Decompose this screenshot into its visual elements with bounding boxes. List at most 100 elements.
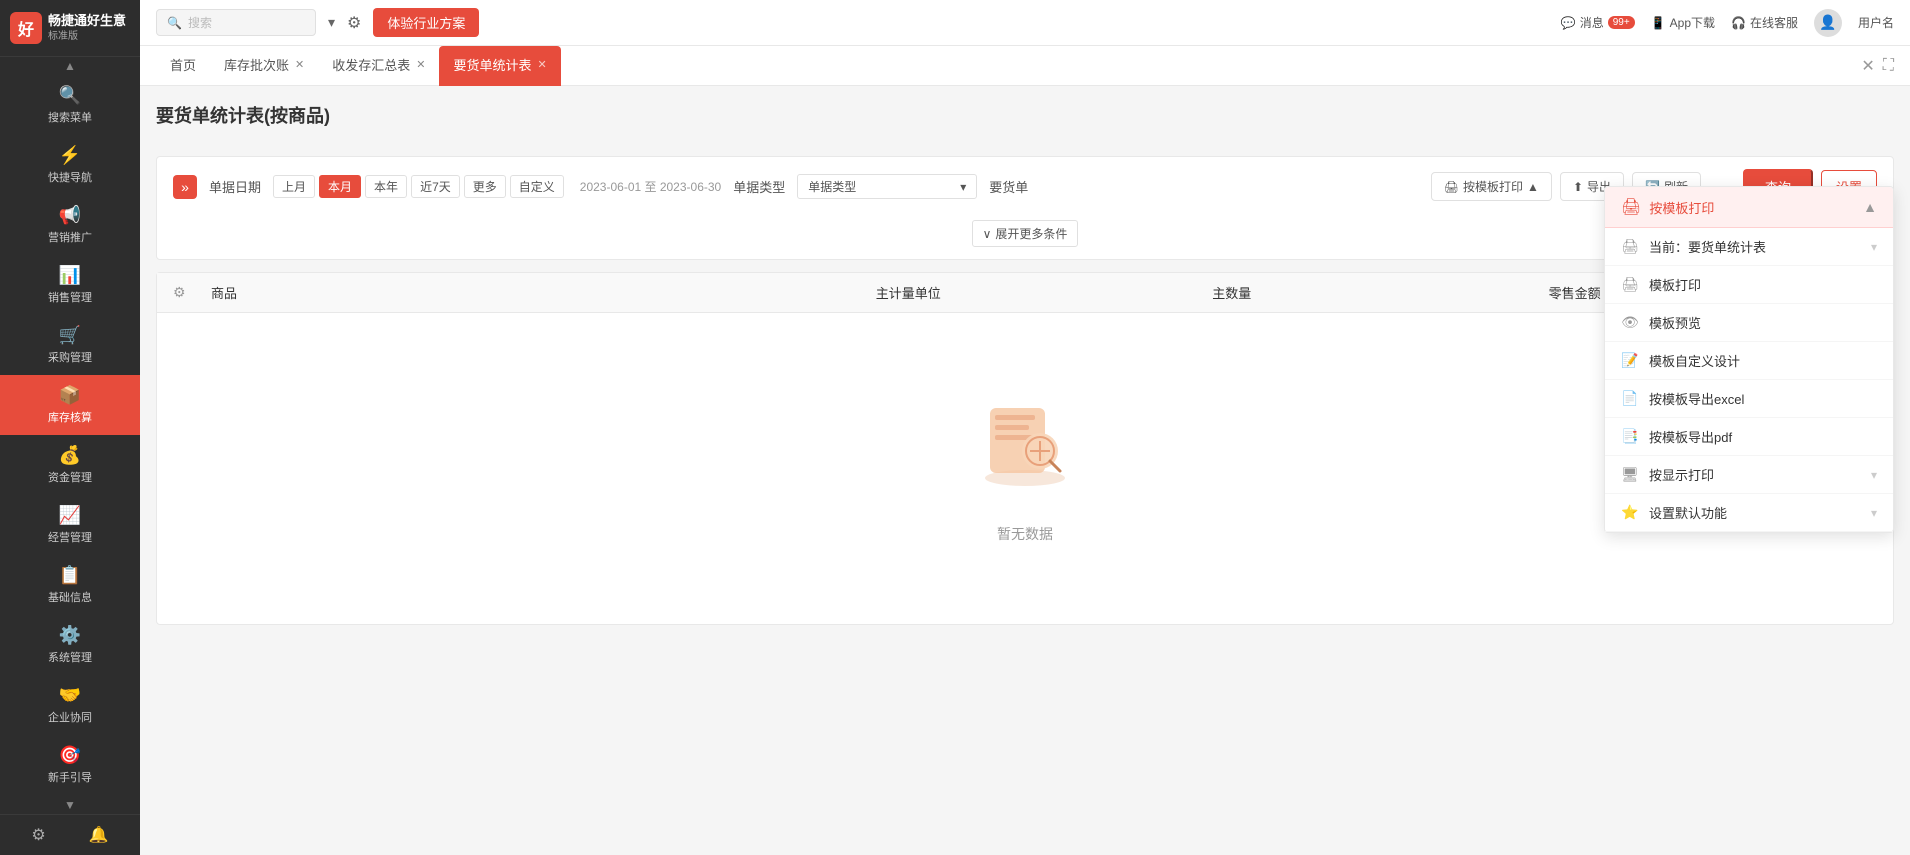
logo-icon: 好 <box>10 12 42 44</box>
print-dropdown-popup: 🖨 按模板打印 ▲ 🖨 当前：要货单统计表 ▾ 🖨 模板打印 👁 模板预览 <box>1604 186 1894 533</box>
popup-current-template[interactable]: 🖨 当前：要货单统计表 ▾ <box>1605 228 1893 266</box>
system-icon: ⚙️ <box>59 625 81 646</box>
tab-receivable-summary[interactable]: 收发存汇总表 ✕ <box>318 46 439 86</box>
popup-print-icon: 🖨 <box>1621 197 1641 217</box>
trial-button[interactable]: 体验行业方案 <box>373 8 479 37</box>
date-btn-this-year[interactable]: 本年 <box>365 175 407 198</box>
popup-section-display-print[interactable]: 🖥 按显示打印 ▾ <box>1605 456 1893 494</box>
date-btn-last7days[interactable]: 近7天 <box>411 175 460 198</box>
tab-home[interactable]: 首页 <box>156 46 210 86</box>
header-gear-icon[interactable]: ⚙ <box>347 13 361 33</box>
popup-section-default-left: ⭐ 设置默认功能 <box>1621 503 1727 522</box>
order-type-select[interactable]: 单据类型 ▾ <box>797 174 977 199</box>
sidebar-item-operations[interactable]: 📈 经营管理 <box>0 495 140 555</box>
expand-more-label: 展开更多条件 <box>995 225 1067 242</box>
popup-section-set-default[interactable]: ⭐ 设置默认功能 ▾ <box>1605 494 1893 532</box>
sidebar-item-guide-label: 新手引导 <box>48 769 92 785</box>
popup-header-left: 🖨 按模板打印 <box>1621 197 1714 217</box>
date-buttons: 上月 本月 本年 近7天 更多 自定义 <box>273 175 564 198</box>
sidebar-item-basic-label: 基础信息 <box>48 589 92 605</box>
settings-footer-icon[interactable]: ⚙ <box>31 825 45 845</box>
expand-more-icon: ∨ <box>983 227 992 241</box>
sidebar-nav: 🔍 搜索菜单 ⚡ 快捷导航 📢 营销推广 📊 销售管理 🛒 采购管理 📦 库存核… <box>0 75 140 796</box>
logo-main-text: 畅捷通好生意 <box>48 13 126 30</box>
popup-item-template-preview[interactable]: 👁 模板预览 <box>1605 304 1893 342</box>
popup-item-template-custom[interactable]: 📝 模板自定义设计 <box>1605 342 1893 380</box>
tab-receivable-summary-close[interactable]: ✕ <box>416 58 425 71</box>
tab-order-stats-close[interactable]: ✕ <box>538 58 547 71</box>
sidebar-footer: ⚙ 🔔 <box>0 814 140 855</box>
guide-icon: 🎯 <box>59 745 81 766</box>
popup-collapse-button[interactable]: ▲ <box>1863 199 1877 215</box>
filter-expand-button[interactable]: » <box>173 175 197 199</box>
header-search[interactable]: 🔍 搜索 <box>156 9 316 36</box>
sidebar-item-inventory[interactable]: 📦 库存核算 <box>0 375 140 435</box>
sidebar-scroll-down[interactable]: ▼ <box>0 796 140 814</box>
header-dropdown-arrow[interactable]: ▾ <box>328 14 335 31</box>
search-placeholder: 搜索 <box>188 14 212 31</box>
inventory-icon: 📦 <box>59 385 81 406</box>
column-header-unit: 主计量单位 <box>876 283 1204 302</box>
table-settings-icon[interactable]: ⚙ <box>173 284 203 301</box>
logo-sub-text: 标准版 <box>48 30 126 43</box>
top-header: 🔍 搜索 ▾ ⚙ 体验行业方案 💬 消息 99+ 📱 App下载 🎧 在线客服 … <box>140 0 1910 46</box>
popup-item-template-print[interactable]: 🖨 模板打印 <box>1605 266 1893 304</box>
sidebar-item-quick-nav[interactable]: ⚡ 快捷导航 <box>0 135 140 195</box>
sidebar-item-collab[interactable]: 🤝 企业协同 <box>0 675 140 735</box>
sidebar-scroll-up[interactable]: ▲ <box>0 57 140 75</box>
date-btn-more[interactable]: 更多 <box>464 175 506 198</box>
sidebar-logo: 好 畅捷通好生意 标准版 <box>0 0 140 57</box>
sidebar-item-basic[interactable]: 📋 基础信息 <box>0 555 140 615</box>
tab-inventory-batch-close[interactable]: ✕ <box>295 58 304 71</box>
tabs-bar: 首页 库存批次账 ✕ 收发存汇总表 ✕ 要货单统计表 ✕ ✕ ⛶ <box>140 46 1910 86</box>
app-download-icon: 📱 <box>1651 16 1666 30</box>
search-icon: 🔍 <box>59 85 81 106</box>
header-right: 💬 消息 99+ 📱 App下载 🎧 在线客服 👤 用户名 <box>1561 9 1894 37</box>
purchase-icon: 🛒 <box>59 325 81 346</box>
popup-item-export-excel[interactable]: 📄 按模板导出excel <box>1605 380 1893 418</box>
sidebar-item-system[interactable]: ⚙️ 系统管理 <box>0 615 140 675</box>
tab-order-stats[interactable]: 要货单统计表 ✕ <box>439 46 560 86</box>
popup-set-default-icon: ⭐ <box>1621 504 1639 521</box>
page-header-row: 要货单统计表(按商品) <box>156 102 1894 142</box>
print-button[interactable]: 🖨 按模板打印 ▲ <box>1431 172 1552 201</box>
sidebar-item-finance[interactable]: 💰 资金管理 <box>0 435 140 495</box>
sidebar-item-guide[interactable]: 🎯 新手引导 <box>0 735 140 795</box>
print-arrow: ▲ <box>1527 180 1539 194</box>
online-service-icon: 🎧 <box>1731 16 1746 30</box>
app-download-button[interactable]: 📱 App下载 <box>1651 14 1715 31</box>
tab-close-window[interactable]: ✕ <box>1861 56 1874 76</box>
date-btn-prev-month[interactable]: 上月 <box>273 175 315 198</box>
tab-fullscreen[interactable]: ⛶ <box>1883 57 1894 75</box>
popup-template-print-icon: 🖨 <box>1621 276 1639 293</box>
messages-button[interactable]: 💬 消息 99+ <box>1561 14 1635 31</box>
sidebar-item-search[interactable]: 🔍 搜索菜单 <box>0 75 140 135</box>
popup-template-custom-icon: 📝 <box>1621 352 1639 369</box>
sidebar-item-finance-label: 资金管理 <box>48 469 92 485</box>
online-service-button[interactable]: 🎧 在线客服 <box>1731 14 1798 31</box>
sidebar-item-purchase[interactable]: 🛒 采购管理 <box>0 315 140 375</box>
sidebar-item-app-center[interactable]: 🏪 应用中心 <box>0 795 140 796</box>
sidebar-item-inventory-label: 库存核算 <box>48 409 92 425</box>
date-btn-custom[interactable]: 自定义 <box>510 175 564 198</box>
export-icon: ⬆ <box>1573 180 1583 194</box>
main-content: 🔍 搜索 ▾ ⚙ 体验行业方案 💬 消息 99+ 📱 App下载 🎧 在线客服 … <box>140 0 1910 855</box>
messages-badge: 99+ <box>1608 16 1635 29</box>
page-area: 要货单统计表(按商品) » 单据日期 上月 本月 本年 近7天 更多 自定义 2… <box>140 86 1910 855</box>
print-icon: 🖨 <box>1444 180 1459 194</box>
popup-item-export-pdf[interactable]: 📑 按模板导出pdf <box>1605 418 1893 456</box>
tab-inventory-batch[interactable]: 库存批次账 ✕ <box>210 46 318 86</box>
sidebar-item-marketing[interactable]: 📢 营销推广 <box>0 195 140 255</box>
sidebar-item-search-label: 搜索菜单 <box>48 109 92 125</box>
mute-footer-icon[interactable]: 🔔 <box>89 825 109 845</box>
collab-icon: 🤝 <box>59 685 81 706</box>
popup-display-print-label: 按显示打印 <box>1649 465 1714 484</box>
popup-display-print-icon: 🖥 <box>1621 466 1639 483</box>
popup-section-display-left: 🖥 按显示打印 <box>1621 465 1714 484</box>
sidebar-item-sales[interactable]: 📊 销售管理 <box>0 255 140 315</box>
user-avatar[interactable]: 👤 <box>1814 9 1842 37</box>
date-btn-current-month[interactable]: 本月 <box>319 175 361 198</box>
tab-order-stats-label: 要货单统计表 <box>453 55 531 74</box>
popup-display-print-arrow: ▾ <box>1871 468 1877 482</box>
expand-more-button[interactable]: ∨ 展开更多条件 <box>972 220 1079 247</box>
